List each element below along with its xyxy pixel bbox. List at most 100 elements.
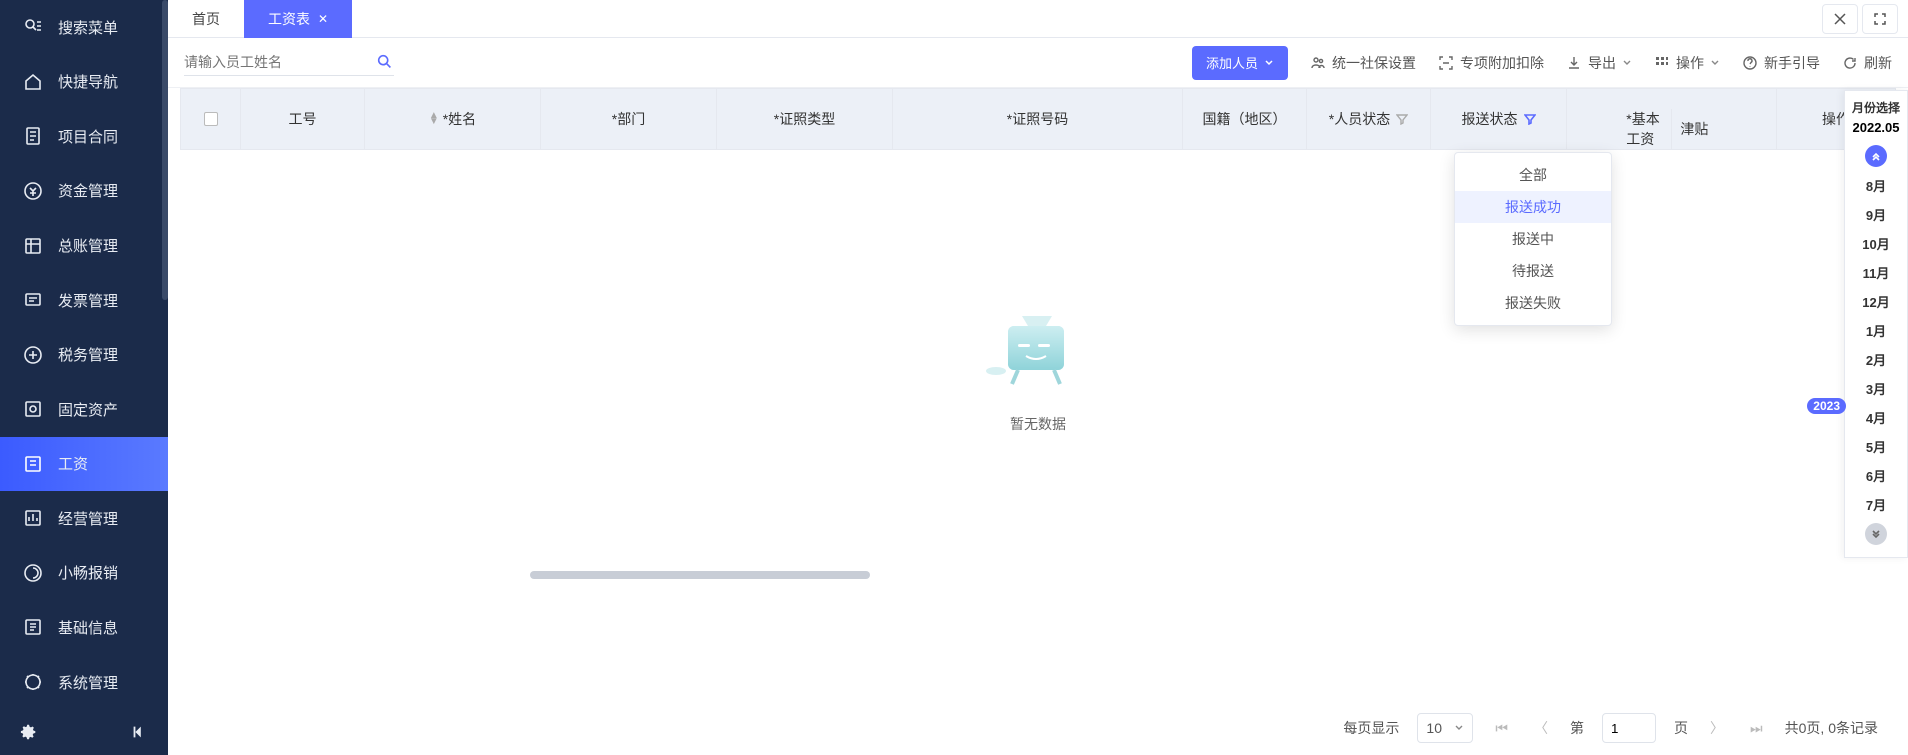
month-item[interactable]: 6月 <box>1845 461 1907 490</box>
pagination: 每页显示 10 ⏮ 〈 第 页 〉 ⏭ 共0页, 0条记录 <box>168 701 1908 755</box>
sidebar-item-salary[interactable]: 工资 <box>0 437 168 492</box>
sidebar-label: 项目合同 <box>58 126 118 147</box>
tabbar-expand-button[interactable] <box>1862 4 1898 34</box>
refresh-link[interactable]: 刷新 <box>1842 53 1892 73</box>
th-name[interactable]: ▲▼*姓名 <box>365 89 541 149</box>
sidebar-item-manage[interactable]: 经营管理 <box>0 491 168 546</box>
sidebar-item-invoice[interactable]: 发票管理 <box>0 273 168 328</box>
money-icon <box>22 180 44 202</box>
link-label: 导出 <box>1588 53 1616 73</box>
sidebar-label: 快捷导航 <box>58 71 118 92</box>
page-post-label: 页 <box>1674 718 1688 738</box>
tabbar-close-button[interactable] <box>1822 4 1858 34</box>
month-item[interactable]: 9月 <box>1845 200 1907 229</box>
month-scroll-down[interactable] <box>1865 523 1887 545</box>
system-icon <box>22 671 44 693</box>
month-item[interactable]: 12月 <box>1845 287 1907 316</box>
pager-prev[interactable]: 〈 <box>1530 718 1552 738</box>
sidebar-item-system[interactable]: 系统管理 <box>0 655 168 710</box>
th-basic[interactable]: *基本工资 <box>1626 109 1672 149</box>
toolbar: 添加人员 统一社保设置 专项附加扣除 导出 <box>168 38 1908 88</box>
search-icon[interactable] <box>376 53 394 71</box>
th-nation[interactable]: 国籍（地区） <box>1183 89 1307 149</box>
social-settings-link[interactable]: 统一社保设置 <box>1310 53 1416 73</box>
sidebar-item-info[interactable]: 基础信息 <box>0 600 168 655</box>
filter-option[interactable]: 报送中 <box>1455 223 1611 255</box>
button-label: 添加人员 <box>1206 53 1258 72</box>
th-dept[interactable]: *部门 <box>541 89 717 149</box>
sidebar: 搜索菜单 快捷导航 项目合同 资金管理 总账管理 发票管理 税务管理 固定资产 <box>0 0 168 755</box>
sidebar-item-contract[interactable]: 项目合同 <box>0 109 168 164</box>
month-item[interactable]: 4月 <box>1845 403 1907 432</box>
filter-option[interactable]: 报送成功 <box>1455 191 1611 223</box>
sidebar-label: 搜索菜单 <box>58 17 118 38</box>
sidebar-label: 经营管理 <box>58 508 118 529</box>
month-panel-title: 月份选择 <box>1845 97 1907 120</box>
search-input[interactable] <box>184 54 376 70</box>
month-item[interactable]: 5月 <box>1845 432 1907 461</box>
select-all-checkbox[interactable] <box>204 112 218 126</box>
filter-option[interactable]: 全部 <box>1455 159 1611 191</box>
sidebar-item-search-menu[interactable]: 搜索菜单 <box>0 0 168 55</box>
add-person-button[interactable]: 添加人员 <box>1192 46 1288 80</box>
pager-last[interactable]: ⏭ <box>1746 720 1767 737</box>
tab-label: 首页 <box>192 9 220 29</box>
per-page-label: 每页显示 <box>1343 718 1399 738</box>
page-input[interactable] <box>1602 713 1656 743</box>
close-icon[interactable]: ✕ <box>318 12 328 26</box>
filter-icon[interactable] <box>1524 113 1536 125</box>
sidebar-item-quick-nav[interactable]: 快捷导航 <box>0 55 168 110</box>
month-item[interactable]: 8月 <box>1845 171 1907 200</box>
empty-state: 暂无数据 <box>180 150 1896 570</box>
chevron-down-icon <box>1710 58 1720 68</box>
scrollbar-thumb[interactable] <box>530 571 870 579</box>
info-icon <box>22 616 44 638</box>
month-item[interactable]: 1月 <box>1845 316 1907 345</box>
sidebar-item-asset[interactable]: 固定资产 <box>0 382 168 437</box>
sidebar-item-tax[interactable]: 税务管理 <box>0 327 168 382</box>
th-allow[interactable]: 津贴 <box>1672 109 1717 149</box>
export-link[interactable]: 导出 <box>1566 53 1632 73</box>
month-item[interactable]: 3月 <box>1845 374 1907 403</box>
th-report[interactable]: 报送状态 <box>1431 89 1567 149</box>
sort-icon[interactable]: ▲▼ <box>429 113 439 125</box>
main: 首页 工资表 ✕ 添加人员 <box>168 0 1908 755</box>
tax-icon <box>22 344 44 366</box>
sidebar-label: 小畅报销 <box>58 562 118 583</box>
tab-salary[interactable]: 工资表 ✕ <box>244 0 352 38</box>
pager-first[interactable]: ⏮ <box>1491 720 1512 737</box>
filter-icon[interactable] <box>1396 113 1408 125</box>
scan-icon <box>1438 55 1454 71</box>
month-item[interactable]: 7月 <box>1845 490 1907 519</box>
month-item[interactable]: 11月 <box>1845 258 1907 287</box>
settings-icon[interactable] <box>20 723 38 741</box>
per-page-select[interactable]: 10 <box>1417 713 1473 743</box>
horizontal-scrollbar[interactable] <box>180 570 1896 580</box>
sidebar-item-reimburse[interactable]: 小畅报销 <box>0 546 168 601</box>
th-idtype[interactable]: *证照类型 <box>717 89 893 149</box>
operate-link[interactable]: 操作 <box>1654 53 1720 73</box>
deduct-link[interactable]: 专项附加扣除 <box>1438 53 1544 73</box>
invoice-icon <box>22 289 44 311</box>
pager-next[interactable]: 〉 <box>1706 718 1728 738</box>
filter-option[interactable]: 待报送 <box>1455 255 1611 287</box>
year-badge: 2023 <box>1807 398 1846 414</box>
th-id[interactable]: 工号 <box>241 89 365 149</box>
sidebar-label: 工资 <box>58 453 88 474</box>
collapse-icon[interactable] <box>130 723 148 741</box>
sidebar-item-ledger[interactable]: 总账管理 <box>0 218 168 273</box>
month-scroll-up[interactable] <box>1865 145 1887 167</box>
th-status[interactable]: *人员状态 <box>1307 89 1431 149</box>
month-item[interactable]: 2月 <box>1845 345 1907 374</box>
filter-option[interactable]: 报送失败 <box>1455 287 1611 319</box>
chevron-down-icon <box>1622 58 1632 68</box>
month-panel: 月份选择 2022.05 8月 9月 10月 11月 12月 1月 2月 3月 … <box>1844 90 1908 558</box>
sidebar-item-funds[interactable]: 资金管理 <box>0 164 168 219</box>
tab-home[interactable]: 首页 <box>168 0 244 38</box>
th-idnum[interactable]: *证照号码 <box>893 89 1183 149</box>
asset-icon <box>22 398 44 420</box>
search-wrap <box>184 49 394 76</box>
month-item[interactable]: 10月 <box>1845 229 1907 258</box>
guide-link[interactable]: 新手引导 <box>1742 53 1820 73</box>
tabbar: 首页 工资表 ✕ <box>168 0 1908 38</box>
